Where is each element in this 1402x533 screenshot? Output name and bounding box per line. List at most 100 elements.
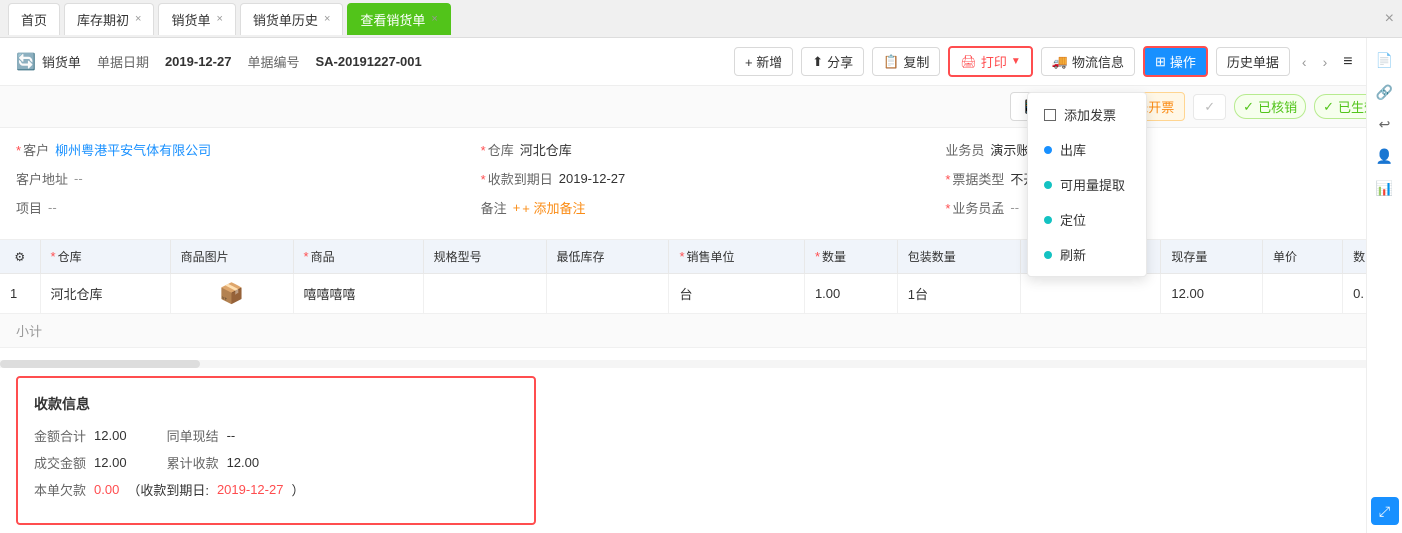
menu-available-qty[interactable]: 可用量提取 xyxy=(1028,167,1146,202)
tab-view-sales[interactable]: 查看销货单 × xyxy=(347,3,450,35)
due-item: 本单欠款 0.00 （收款到期日: 2019-12-27 ） xyxy=(34,480,304,499)
sold-badge: ✓ 已核销 xyxy=(1234,94,1306,119)
share-button[interactable]: ⬆ 分享 xyxy=(801,47,864,76)
col-spec: 规格型号 xyxy=(423,240,546,274)
sidebar-return-icon[interactable]: ↩ xyxy=(1371,110,1399,138)
cumulative-label: 累计收款 xyxy=(167,453,219,472)
check-icon: ✓ xyxy=(1204,99,1215,115)
cell-warehouse: 河北仓库 xyxy=(40,274,170,314)
total-amount-label: 金额合计 xyxy=(34,426,86,445)
operate-dropdown: 添加发票 出库 可用量提取 定位 刷新 xyxy=(1027,92,1147,277)
tab-history-close[interactable]: × xyxy=(324,13,330,25)
outbound-icon xyxy=(1044,146,1052,154)
print-button[interactable]: 🖨 打印 ▼ xyxy=(948,46,1032,77)
refresh-label: 刷新 xyxy=(1060,245,1086,264)
table-header-row: ⚙ 仓库 商品图片 商品 规格型号 最低库存 销售单位 数量 包装数量 可用量（… xyxy=(0,240,1402,274)
outbound-label: 出库 xyxy=(1060,140,1086,159)
product-table: ⚙ 仓库 商品图片 商品 规格型号 最低库存 销售单位 数量 包装数量 可用量（… xyxy=(0,240,1402,348)
menu-refresh[interactable]: 刷新 xyxy=(1028,237,1146,272)
action-bar: 📱 来自手机 ● 未开票 ✓ ✓ 已核销 ✓ 已生效 xyxy=(0,86,1402,128)
col-pack: 包装数量 xyxy=(897,240,1020,274)
cell-unit: 台 xyxy=(669,274,805,314)
plus-icon: + xyxy=(513,200,521,215)
refresh-icon xyxy=(1044,251,1052,259)
due-date-value: 2019-12-27 xyxy=(217,482,284,497)
sales-staff-label: 业务员孟 xyxy=(945,198,1004,217)
cell-price xyxy=(1262,274,1342,314)
add-note-button[interactable]: + + 添加备注 xyxy=(513,198,586,217)
close-window-button[interactable]: × xyxy=(1385,10,1394,28)
cell-image: 📦 xyxy=(170,274,293,314)
tab-home-label: 首页 xyxy=(21,10,47,29)
col-unit: 销售单位 xyxy=(669,240,805,274)
doc-type-label: 销货单 xyxy=(42,52,81,71)
nav-next-button[interactable]: › xyxy=(1319,50,1332,74)
due-note-end: ） xyxy=(291,480,304,499)
sidebar-link-icon[interactable]: 🔗 xyxy=(1371,78,1399,106)
new-button[interactable]: + 新增 xyxy=(734,47,793,76)
tab-sales-history[interactable]: 销货单历史 × xyxy=(240,3,343,35)
sales-staff-field: 业务员孟 -- xyxy=(945,198,1386,217)
customer-label: 客户 xyxy=(16,140,49,159)
menu-add-invoice[interactable]: 添加发票 xyxy=(1028,97,1146,132)
nav-prev-button[interactable]: ‹ xyxy=(1298,50,1311,74)
sidebar-expand-icon[interactable]: ⤢ xyxy=(1371,497,1399,525)
view-list-button[interactable]: ≡ xyxy=(1339,49,1356,75)
project-field: 项目 -- xyxy=(16,198,457,217)
tab-sales-history-label: 销货单历史 xyxy=(253,10,318,29)
locate-label: 定位 xyxy=(1060,210,1086,229)
total-amount-item: 金额合计 12.00 xyxy=(34,426,127,445)
date-label: 单据日期 xyxy=(97,52,149,71)
logistics-button[interactable]: 🚚 物流信息 xyxy=(1041,47,1135,76)
history-button[interactable]: 历史单据 xyxy=(1216,47,1290,76)
address-value: -- xyxy=(74,171,83,186)
doc-title-section: 🔄 销货单 xyxy=(16,52,81,72)
scroll-thumb[interactable] xyxy=(0,360,200,368)
date-value: 2019-12-27 xyxy=(165,54,232,69)
col-gear: ⚙ xyxy=(0,240,40,274)
check-off-button[interactable]: ✓ xyxy=(1193,94,1226,120)
product-image-icon: 📦 xyxy=(219,283,244,305)
col-product: 商品 xyxy=(293,240,423,274)
tab-sales-close[interactable]: × xyxy=(216,13,222,25)
tab-view-close[interactable]: × xyxy=(431,13,437,25)
cell-qty: 1.00 xyxy=(804,274,897,314)
payment-row-3: 本单欠款 0.00 （收款到期日: 2019-12-27 ） xyxy=(34,480,518,499)
logistics-icon: 🚚 xyxy=(1052,54,1068,70)
col-stock: 现存量 xyxy=(1161,240,1263,274)
customer-value[interactable]: 柳州粤港平安气体有限公司 xyxy=(55,140,211,159)
subtotal-label: 小计 xyxy=(0,314,1402,348)
same-order-label: 同单现结 xyxy=(167,426,219,445)
doc-actions: + 新增 ⬆ 分享 📋 复制 🖨 打印 ▼ 🚚 物流信息 ⊞ 操作 xyxy=(734,46,1386,77)
number-value: SA-20191227-001 xyxy=(315,54,421,69)
tab-inventory-close[interactable]: × xyxy=(135,13,141,25)
payment-row-2: 成交金额 12.00 累计收款 12.00 xyxy=(34,453,518,472)
copy-button[interactable]: 📋 复制 xyxy=(872,47,940,76)
add-invoice-icon xyxy=(1044,109,1056,121)
print-arrow-icon: ▼ xyxy=(1011,56,1021,67)
check-eff-icon: ✓ xyxy=(1323,99,1334,115)
sidebar-doc-icon[interactable]: 📄 xyxy=(1371,46,1399,74)
same-order-value: -- xyxy=(227,428,236,443)
share-icon: ⬆ xyxy=(812,54,823,70)
sidebar-user-icon[interactable]: 👤 xyxy=(1371,142,1399,170)
operate-button[interactable]: ⊞ 操作 xyxy=(1143,46,1208,77)
menu-locate[interactable]: 定位 xyxy=(1028,202,1146,237)
col-warehouse: 仓库 xyxy=(40,240,170,274)
doc-type-icon: 🔄 xyxy=(16,52,36,72)
sidebar-chart-icon[interactable]: 📊 xyxy=(1371,174,1399,202)
tab-home[interactable]: 首页 xyxy=(8,3,60,35)
due-date-label: 收款到期日 xyxy=(481,169,553,188)
form-row-2: 客户地址 -- 收款到期日 2019-12-27 票据类型 不开票 xyxy=(16,169,1386,188)
staff-label: 业务员 xyxy=(945,140,984,159)
check-sold-icon: ✓ xyxy=(1243,99,1254,115)
address-field: 客户地址 -- xyxy=(16,169,457,188)
menu-outbound[interactable]: 出库 xyxy=(1028,132,1146,167)
project-value: -- xyxy=(48,200,57,215)
form-area: 客户 柳州粤港平安气体有限公司 仓库 河北仓库 业务员 演示账号 客户地址 --… xyxy=(0,128,1402,240)
tab-sales-order[interactable]: 销货单 × xyxy=(158,3,235,35)
col-qty: 数量 xyxy=(804,240,897,274)
same-order-item: 同单现结 -- xyxy=(167,426,236,445)
copy-icon: 📋 xyxy=(883,54,899,70)
tab-inventory[interactable]: 库存期初 × xyxy=(64,3,154,35)
